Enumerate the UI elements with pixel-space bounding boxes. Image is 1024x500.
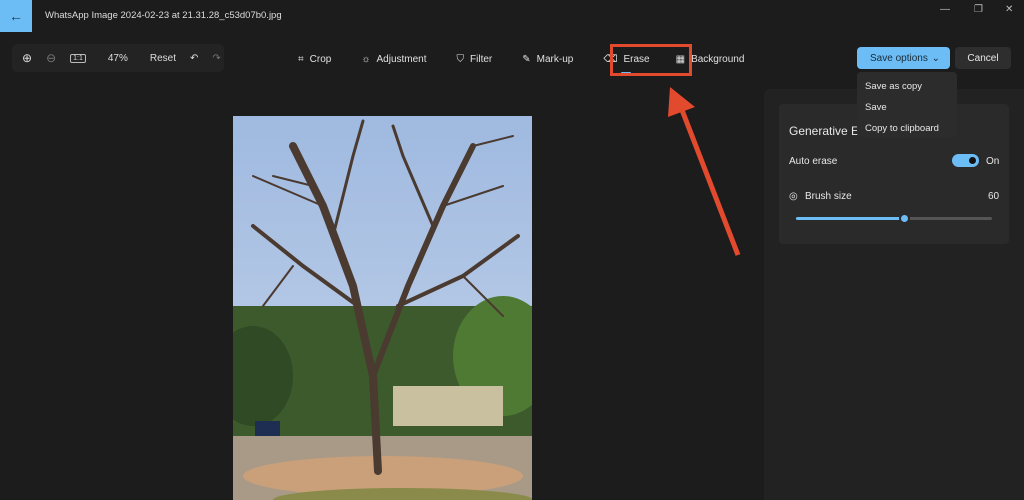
cancel-button[interactable]: Cancel <box>955 47 1011 69</box>
back-button[interactable]: ← <box>0 0 32 32</box>
undo-icon[interactable]: ↶ <box>190 53 198 64</box>
brush-size-value: 60 <box>988 191 1000 202</box>
save-options-button[interactable]: Save options ⌄ <box>857 47 950 69</box>
reset-button[interactable]: Reset <box>150 53 176 64</box>
zoom-out-icon[interactable]: ⊖ <box>46 51 56 65</box>
auto-erase-label: Auto erase <box>789 156 838 167</box>
annotation-arrow <box>668 87 741 256</box>
zoom-toolbar: ⊕ ⊖ 1:1 47% Reset ↶ ↷ <box>12 44 224 72</box>
actual-size-button[interactable]: 1:1 <box>70 53 86 63</box>
redo-icon[interactable]: ↷ <box>212 53 220 64</box>
pen-icon: ✎ <box>522 53 531 65</box>
auto-erase-toggle[interactable] <box>952 154 979 167</box>
tool-filter[interactable]: ⛉ Filter <box>449 50 501 68</box>
slider-thumb[interactable] <box>898 213 910 224</box>
zoom-level: 47% <box>107 52 128 64</box>
brightness-icon: ☼ <box>361 53 371 65</box>
brush-size-label: Brush size <box>805 191 852 202</box>
crop-icon: ⌗ <box>298 53 304 65</box>
arrow-left-icon: ← <box>9 8 23 24</box>
tree-photo <box>233 116 532 500</box>
close-button[interactable]: ✕ <box>1005 4 1013 15</box>
zoom-in-icon[interactable]: ⊕ <box>22 51 32 65</box>
save-options-menu: Save as copy Save Copy to clipboard <box>857 72 957 137</box>
menu-item-save[interactable]: Save <box>857 97 957 118</box>
auto-erase-state: On <box>986 156 1000 167</box>
menu-item-save-as-copy[interactable]: Save as copy <box>857 76 957 97</box>
menu-item-copy-to-clipboard[interactable]: Copy to clipboard <box>857 118 957 139</box>
window-title: WhatsApp Image 2024-02-23 at 21.31.28_c5… <box>45 10 282 21</box>
tool-markup[interactable]: ✎ Mark-up <box>514 50 581 68</box>
maximize-button[interactable]: ❐ <box>974 4 983 15</box>
brush-size-slider[interactable] <box>796 213 992 224</box>
chevron-down-icon: ⌄ <box>931 52 940 64</box>
tool-crop[interactable]: ⌗ Crop <box>290 50 339 68</box>
minimize-button[interactable]: — <box>940 4 950 15</box>
brush-icon: ◎ <box>789 191 798 202</box>
annotation-highlight-box <box>610 44 692 76</box>
photo-canvas[interactable] <box>233 116 532 500</box>
tool-adjustment[interactable]: ☼ Adjustment <box>353 50 434 68</box>
filter-icon: ⛉ <box>456 53 465 65</box>
